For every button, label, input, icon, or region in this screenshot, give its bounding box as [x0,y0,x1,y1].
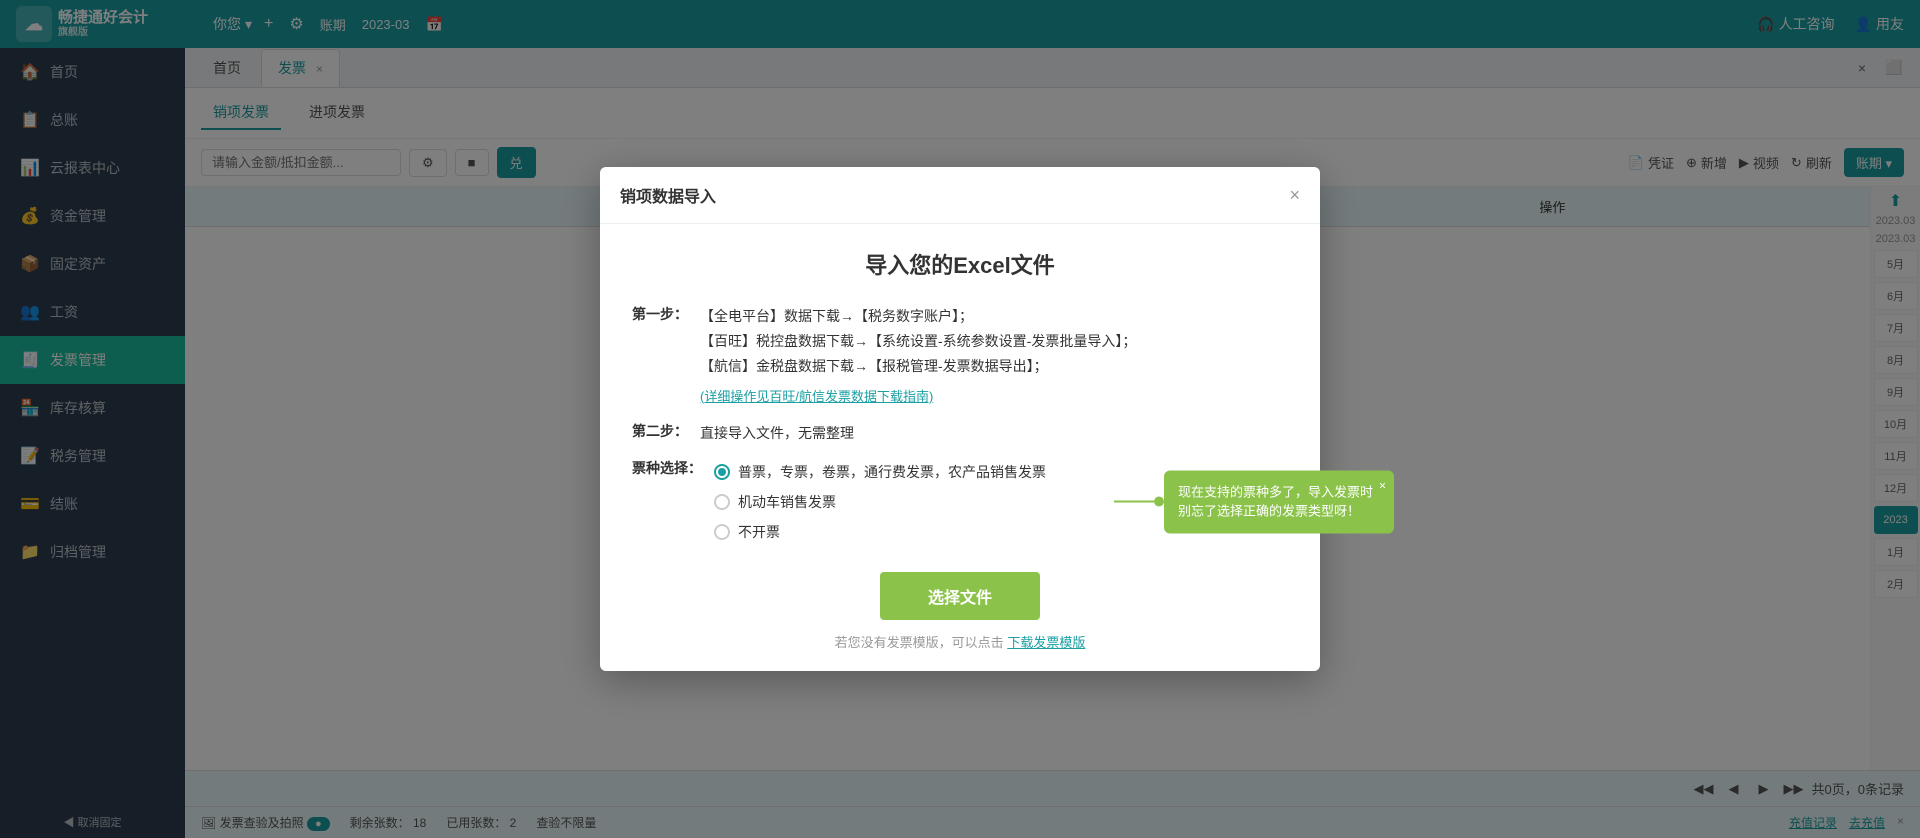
radio-motor [714,494,730,510]
step1-line3: 【航信】金税盘数据下载→【报税管理-发票数据导出】； [700,354,1136,379]
radio-normal [714,464,730,480]
ticket-normal[interactable]: 普票，专票，卷票，通行费发票，农产品销售发票 [714,462,1046,482]
modal-body: 导入您的Excel文件 第一步： 【全电平台】数据下载→【税务数字账户】； 【百… [600,224,1320,671]
select-file-btn[interactable]: 选择文件 [880,572,1040,620]
ticket-motor[interactable]: 机动车销售发票 现在支持的票种多了，导入发票时别忘了选择正确的发票类型呀！ × [714,492,1046,512]
step2-label: 第二步： [632,421,688,446]
download-template-link[interactable]: 下载发票模版 [1007,635,1085,650]
radio-none [714,524,730,540]
step2-content: 直接导入文件，无需整理 [700,421,854,446]
modal-close-btn[interactable]: × [1289,185,1300,206]
modal-header: 销项数据导入 × [600,167,1320,224]
step1-guide-link[interactable]: (详细操作见百旺/航信发票数据下载指南) [700,389,933,404]
modal-overlay: 销项数据导入 × 导入您的Excel文件 第一步： 【全电平台】数据下载→【税务… [0,0,1920,838]
step2-row: 第二步： 直接导入文件，无需整理 [632,421,1288,446]
import-modal: 销项数据导入 × 导入您的Excel文件 第一步： 【全电平台】数据下载→【税务… [600,167,1320,671]
tooltip-bubble: 现在支持的票种多了，导入发票时别忘了选择正确的发票类型呀！ × [1164,470,1394,533]
step1-row: 第一步： 【全电平台】数据下载→【税务数字账户】； 【百旺】税控盘数据下载→【系… [632,304,1288,409]
modal-main-title: 导入您的Excel文件 [632,248,1288,280]
ticket-options: 普票，专票，卷票，通行费发票，农产品销售发票 机动车销售发票 现在支持的票种多了… [714,462,1046,552]
ticket-none[interactable]: 不开票 [714,522,1046,542]
ticket-label: 票种选择： [632,458,702,552]
modal-footer: 若您没有发票模版，可以点击 下载发票模版 [632,632,1288,651]
modal-title: 销项数据导入 [620,183,716,207]
ticket-type-row: 票种选择： 普票，专票，卷票，通行费发票，农产品销售发票 机动车销售发票 [632,458,1288,552]
step1-label: 第一步： [632,304,688,409]
tooltip-close-btn[interactable]: × [1379,476,1386,494]
step1-line2: 【百旺】税控盘数据下载→【系统设置-系统参数设置-发票批量导入】； [700,329,1136,354]
tooltip-container: 现在支持的票种多了，导入发票时别忘了选择正确的发票类型呀！ × [1114,470,1394,533]
step1-content: 【全电平台】数据下载→【税务数字账户】； 【百旺】税控盘数据下载→【系统设置-系… [700,304,1136,409]
step1-line1: 【全电平台】数据下载→【税务数字账户】； [700,304,1136,329]
